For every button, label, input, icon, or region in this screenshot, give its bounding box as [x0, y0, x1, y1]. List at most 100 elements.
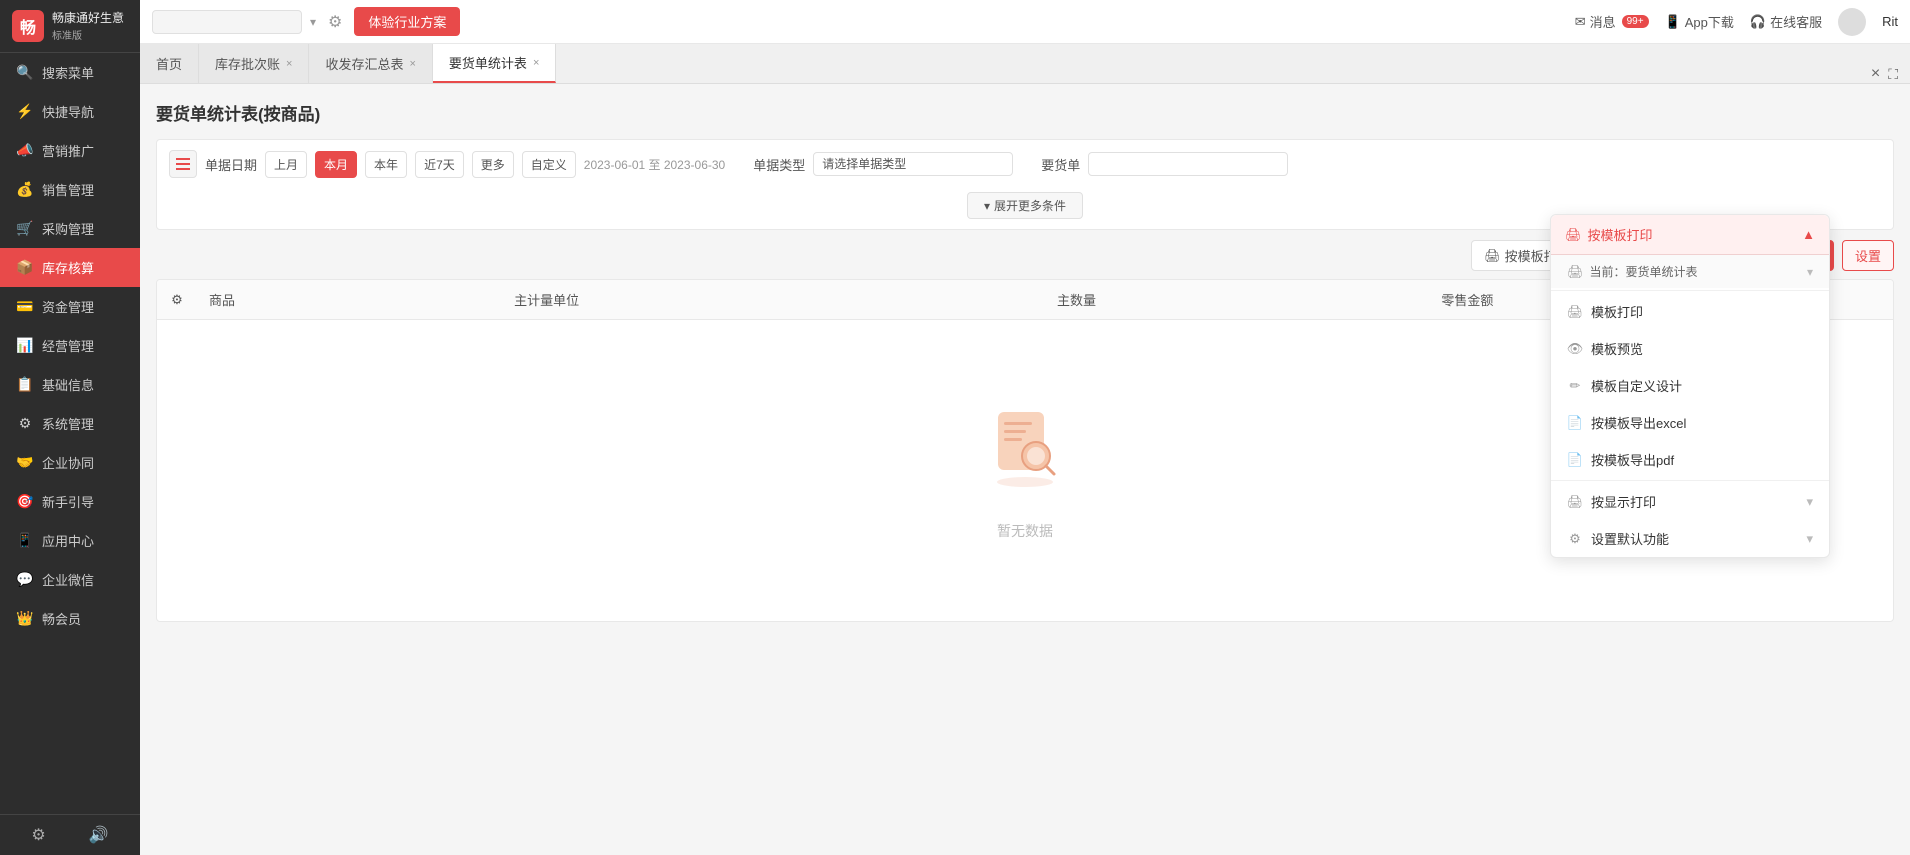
topbar-right: ✉ 消息 99+ 📱 App下载 🎧 在线客服 Rit: [1575, 8, 1898, 36]
tab-collection[interactable]: 收发存汇总表 ×: [309, 44, 432, 83]
content-area: 要货单统计表(按商品) 单据日期 上月 本月 本年 近7天 更多 自定义 202…: [140, 84, 1910, 855]
topbar-dropdown-arrow[interactable]: ▾: [310, 15, 316, 29]
logo-icon: 畅: [12, 10, 44, 42]
template-pdf-icon: 📄: [1567, 452, 1583, 468]
printer-dropdown-icon: 🖨: [1565, 227, 1582, 243]
date-custom[interactable]: 自定义: [522, 151, 576, 178]
guide-icon: 🎯: [16, 493, 34, 511]
topbar-search-input[interactable]: [152, 10, 302, 34]
template-preview-icon: 👁: [1567, 341, 1583, 357]
sidebar-item-inventory[interactable]: 📦 库存核算: [0, 248, 140, 287]
wechat-icon: 💬: [16, 571, 34, 589]
app-download-item[interactable]: 📱 App下载: [1665, 12, 1734, 31]
print-dropdown-header: 🖨 按模板打印 ▲: [1551, 215, 1829, 255]
sidebar-item-search[interactable]: 🔍 搜索菜单: [0, 53, 140, 92]
set-default-arrow: ▾: [1806, 531, 1813, 547]
date-this-month[interactable]: 本月: [315, 151, 357, 178]
goods-label: 要货单: [1041, 155, 1080, 174]
filter-row-1: 单据日期 上月 本月 本年 近7天 更多 自定义 2023-06-01 至 20…: [169, 150, 1881, 178]
notification-icon: ✉: [1575, 14, 1586, 30]
app-center-icon: 📱: [16, 532, 34, 550]
tab-home[interactable]: 首页: [140, 44, 199, 83]
display-print-icon: 🖨: [1567, 494, 1583, 510]
sidebar-item-enterprise[interactable]: 🤝 企业协同: [0, 443, 140, 482]
quick-nav-icon: ⚡: [16, 103, 34, 121]
expand-chevron-icon: ▾: [984, 199, 990, 213]
tab-close-all-icon[interactable]: ×: [1871, 65, 1880, 83]
purchase-icon: 🛒: [16, 220, 34, 238]
main-area: ▾ ⚙ 体验行业方案 ✉ 消息 99+ 📱 App下载 🎧 在线客服 Rit 首…: [140, 0, 1910, 855]
topbar-gear-icon[interactable]: ⚙: [328, 12, 342, 32]
sidebar-nav: 🔍 搜索菜单 ⚡ 快捷导航 📣 营销推广 💰 销售管理 🛒 采购管理 📦 库存核…: [0, 53, 140, 814]
sidebar-item-operations[interactable]: 📊 经营管理: [0, 326, 140, 365]
date-last-month[interactable]: 上月: [265, 151, 307, 178]
set-default-icon: ⚙: [1567, 531, 1583, 547]
tab-collection-close[interactable]: ×: [409, 58, 415, 70]
display-print-arrow: ▾: [1806, 494, 1813, 510]
sidebar-item-guide[interactable]: 🎯 新手引导: [0, 482, 140, 521]
sidebar-item-purchase[interactable]: 🛒 采购管理: [0, 209, 140, 248]
enterprise-icon: 🤝: [16, 454, 34, 472]
app-version: 标准版: [52, 27, 124, 42]
marketing-icon: 📣: [16, 142, 34, 160]
basic-icon: 📋: [16, 376, 34, 394]
system-icon: ⚙: [16, 415, 34, 433]
sidebar-item-wechat[interactable]: 💬 企业微信: [0, 560, 140, 599]
trial-button[interactable]: 体验行业方案: [354, 7, 460, 36]
sidebar-item-member[interactable]: 👑 畅会员: [0, 599, 140, 638]
sidebar-item-quick-nav[interactable]: ⚡ 快捷导航: [0, 92, 140, 131]
sales-icon: 💰: [16, 181, 34, 199]
current-template-row[interactable]: 🖨 当前：要货单统计表 ▾: [1551, 255, 1829, 288]
print-dropdown-close-arrow[interactable]: ▲: [1802, 227, 1815, 242]
avatar[interactable]: [1838, 8, 1866, 36]
filter-toggle-btn[interactable]: [169, 150, 197, 178]
sidebar-item-marketing[interactable]: 📣 营销推广: [0, 131, 140, 170]
dropdown-template-preview[interactable]: 👁 模板预览: [1551, 330, 1829, 367]
sidebar-item-system[interactable]: ⚙ 系统管理: [0, 404, 140, 443]
template-design-icon: ✏: [1567, 378, 1583, 394]
notification-badge: 99+: [1622, 15, 1649, 28]
col-settings[interactable]: ⚙: [157, 280, 197, 320]
online-service-item[interactable]: 🎧 在线客服: [1750, 12, 1822, 31]
filter-expand-button[interactable]: ▾ 展开更多条件: [967, 192, 1083, 219]
settings-button[interactable]: 设置: [1842, 240, 1894, 271]
notification-item[interactable]: ✉ 消息 99+: [1575, 12, 1649, 31]
order-type-select[interactable]: 请选择单据类型: [813, 152, 1013, 176]
dropdown-divider-2: [1551, 480, 1829, 481]
finance-icon: 💳: [16, 298, 34, 316]
current-template-icon: 🖨: [1567, 264, 1584, 280]
topbar: ▾ ⚙ 体验行业方案 ✉ 消息 99+ 📱 App下载 🎧 在线客服 Rit: [140, 0, 1910, 44]
sidebar: 畅 畅康通好生意 标准版 🔍 搜索菜单 ⚡ 快捷导航 📣 营销推广 💰 销售管理…: [0, 0, 140, 855]
tab-order-stats-close[interactable]: ×: [533, 57, 539, 69]
dropdown-template-print[interactable]: 🖨 模板打印: [1551, 293, 1829, 330]
dropdown-set-default[interactable]: ⚙ 设置默认功能 ▾: [1551, 520, 1829, 557]
app-logo: 畅 畅康通好生意 标准版: [0, 0, 140, 53]
dropdown-template-export-pdf[interactable]: 📄 按模板导出pdf: [1551, 441, 1829, 478]
date-label: 单据日期: [205, 155, 257, 174]
date-7days[interactable]: 近7天: [415, 151, 464, 178]
tab-order-stats[interactable]: 要货单统计表 ×: [433, 44, 556, 83]
tab-batch-close[interactable]: ×: [286, 58, 292, 70]
template-print-icon: 🖨: [1567, 304, 1583, 320]
goods-select[interactable]: [1088, 152, 1288, 176]
order-type-label: 单据类型: [753, 155, 805, 174]
sidebar-item-finance[interactable]: 💳 资金管理: [0, 287, 140, 326]
date-this-year[interactable]: 本年: [365, 151, 407, 178]
operations-icon: 📊: [16, 337, 34, 355]
username: Rit: [1882, 14, 1898, 29]
sidebar-item-basic[interactable]: 📋 基础信息: [0, 365, 140, 404]
date-more[interactable]: 更多: [472, 151, 514, 178]
settings-bottom-icon[interactable]: ⚙: [31, 825, 45, 845]
tab-expand-icon[interactable]: ⛶: [1888, 66, 1898, 83]
dropdown-template-design[interactable]: ✏ 模板自定义设计: [1551, 367, 1829, 404]
volume-icon[interactable]: 🔊: [89, 825, 109, 845]
dropdown-display-print[interactable]: 🖨 按显示打印 ▾: [1551, 483, 1829, 520]
sidebar-item-app-center[interactable]: 📱 应用中心: [0, 521, 140, 560]
search-icon: 🔍: [16, 64, 34, 82]
dropdown-template-export-excel[interactable]: 📄 按模板导出excel: [1551, 404, 1829, 441]
dropdown-divider-1: [1551, 290, 1829, 291]
page-title: 要货单统计表(按商品): [156, 100, 1894, 125]
tab-batch[interactable]: 库存批次账 ×: [199, 44, 309, 83]
app-download-icon: 📱: [1665, 14, 1681, 30]
sidebar-item-sales[interactable]: 💰 销售管理: [0, 170, 140, 209]
